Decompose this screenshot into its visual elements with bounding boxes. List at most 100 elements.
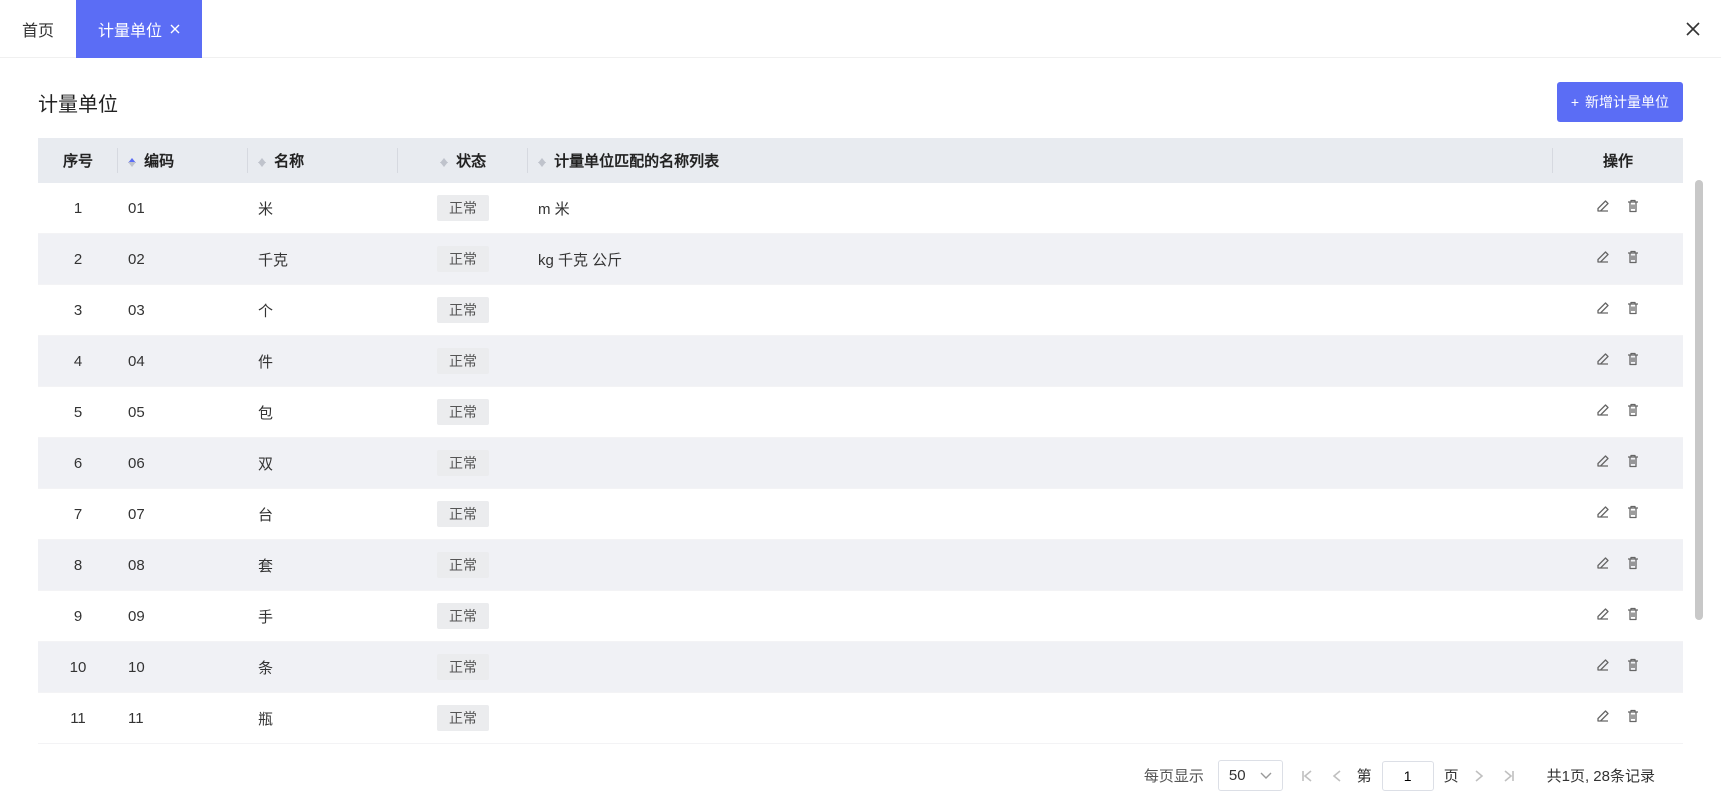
col-header-status[interactable]: 状态 [398,138,528,183]
delete-icon[interactable] [1625,708,1641,724]
table-row: 303个正常 [38,285,1683,336]
delete-icon[interactable] [1625,351,1641,367]
delete-icon[interactable] [1625,504,1641,520]
status-badge: 正常 [437,348,489,374]
delete-icon[interactable] [1625,657,1641,673]
cell-match-list [528,438,1553,489]
cell-actions [1553,693,1683,744]
cell-seq: 3 [38,285,118,336]
cell-match-list [528,693,1553,744]
edit-icon[interactable] [1595,555,1611,571]
close-icon[interactable] [170,24,180,34]
col-header-op: 操作 [1553,138,1683,183]
cell-status: 正常 [398,234,528,285]
cell-code: 02 [118,234,248,285]
cell-name: 瓶 [248,693,398,744]
edit-icon[interactable] [1595,708,1611,724]
per-page-label: 每页显示 [1144,765,1204,786]
panel-header: 计量单位 + 新增计量单位 [10,68,1711,138]
edit-icon[interactable] [1595,300,1611,316]
col-header-match-list[interactable]: 计量单位匹配的名称列表 [528,138,1553,183]
cell-actions [1553,336,1683,387]
cell-name: 手 [248,591,398,642]
col-header-code[interactable]: 编码 [118,138,248,183]
prev-page-button[interactable] [1327,766,1347,786]
edit-icon[interactable] [1595,453,1611,469]
close-all-tabs-button[interactable] [1681,17,1705,41]
cell-match-list [528,336,1553,387]
col-header-code-label: 编码 [144,153,174,170]
delete-icon[interactable] [1625,453,1641,469]
edit-icon[interactable] [1595,351,1611,367]
col-header-name-label: 名称 [274,153,304,170]
table-row: 707台正常 [38,489,1683,540]
table-row: 606双正常 [38,438,1683,489]
cell-seq: 6 [38,438,118,489]
cell-status: 正常 [398,591,528,642]
cell-seq: 10 [38,642,118,693]
cell-code: 11 [118,693,248,744]
cell-match-list [528,285,1553,336]
edit-icon[interactable] [1595,504,1611,520]
cell-match-list [528,489,1553,540]
cell-match-list: m 米 [528,183,1553,234]
edit-icon[interactable] [1595,657,1611,673]
page-nav: 第 页 [1297,761,1519,791]
add-unit-button[interactable]: + 新增计量单位 [1557,82,1683,122]
edit-icon[interactable] [1595,606,1611,622]
cell-actions [1553,591,1683,642]
delete-icon[interactable] [1625,249,1641,265]
delete-icon[interactable] [1625,402,1641,418]
cell-code: 06 [118,438,248,489]
next-page-button[interactable] [1469,766,1489,786]
tab-home[interactable]: 首页 [0,0,76,58]
cell-seq: 7 [38,489,118,540]
table-row: 101米正常m 米 [38,183,1683,234]
col-header-seq[interactable]: 序号 [38,138,118,183]
edit-icon[interactable] [1595,249,1611,265]
delete-icon[interactable] [1625,300,1641,316]
table-area: 序号 编码 [10,138,1711,799]
pager-summary: 共1页, 28条记录 [1547,765,1655,786]
sort-icon [258,158,266,167]
sort-icon [440,158,448,167]
first-page-button[interactable] [1297,766,1317,786]
tab-unit-label: 计量单位 [98,17,162,41]
tab-unit[interactable]: 计量单位 [76,0,202,58]
cell-name: 米 [248,183,398,234]
cell-actions [1553,438,1683,489]
cell-status: 正常 [398,387,528,438]
status-badge: 正常 [437,603,489,629]
cell-status: 正常 [398,183,528,234]
delete-icon[interactable] [1625,198,1641,214]
per-page-select[interactable]: 50 [1218,760,1283,791]
cell-match-list [528,540,1553,591]
cell-name: 千克 [248,234,398,285]
status-badge: 正常 [437,654,489,680]
status-badge: 正常 [437,705,489,731]
page-input[interactable] [1382,761,1434,791]
cell-code: 05 [118,387,248,438]
col-header-status-label: 状态 [456,153,486,170]
cell-name: 个 [248,285,398,336]
col-header-name[interactable]: 名称 [248,138,398,183]
table-row: 808套正常 [38,540,1683,591]
status-badge: 正常 [437,552,489,578]
col-header-match-list-label: 计量单位匹配的名称列表 [554,153,719,170]
status-badge: 正常 [437,501,489,527]
table-row: 1010条正常 [38,642,1683,693]
delete-icon[interactable] [1625,555,1641,571]
last-page-button[interactable] [1499,766,1519,786]
scrollbar[interactable] [1695,180,1703,620]
sort-icon [128,158,136,167]
cell-status: 正常 [398,693,528,744]
status-badge: 正常 [437,195,489,221]
edit-icon[interactable] [1595,402,1611,418]
pager: 每页显示 50 第 页 [38,744,1683,799]
cell-seq: 2 [38,234,118,285]
cell-actions [1553,234,1683,285]
delete-icon[interactable] [1625,606,1641,622]
status-badge: 正常 [437,246,489,272]
cell-code: 01 [118,183,248,234]
edit-icon[interactable] [1595,198,1611,214]
